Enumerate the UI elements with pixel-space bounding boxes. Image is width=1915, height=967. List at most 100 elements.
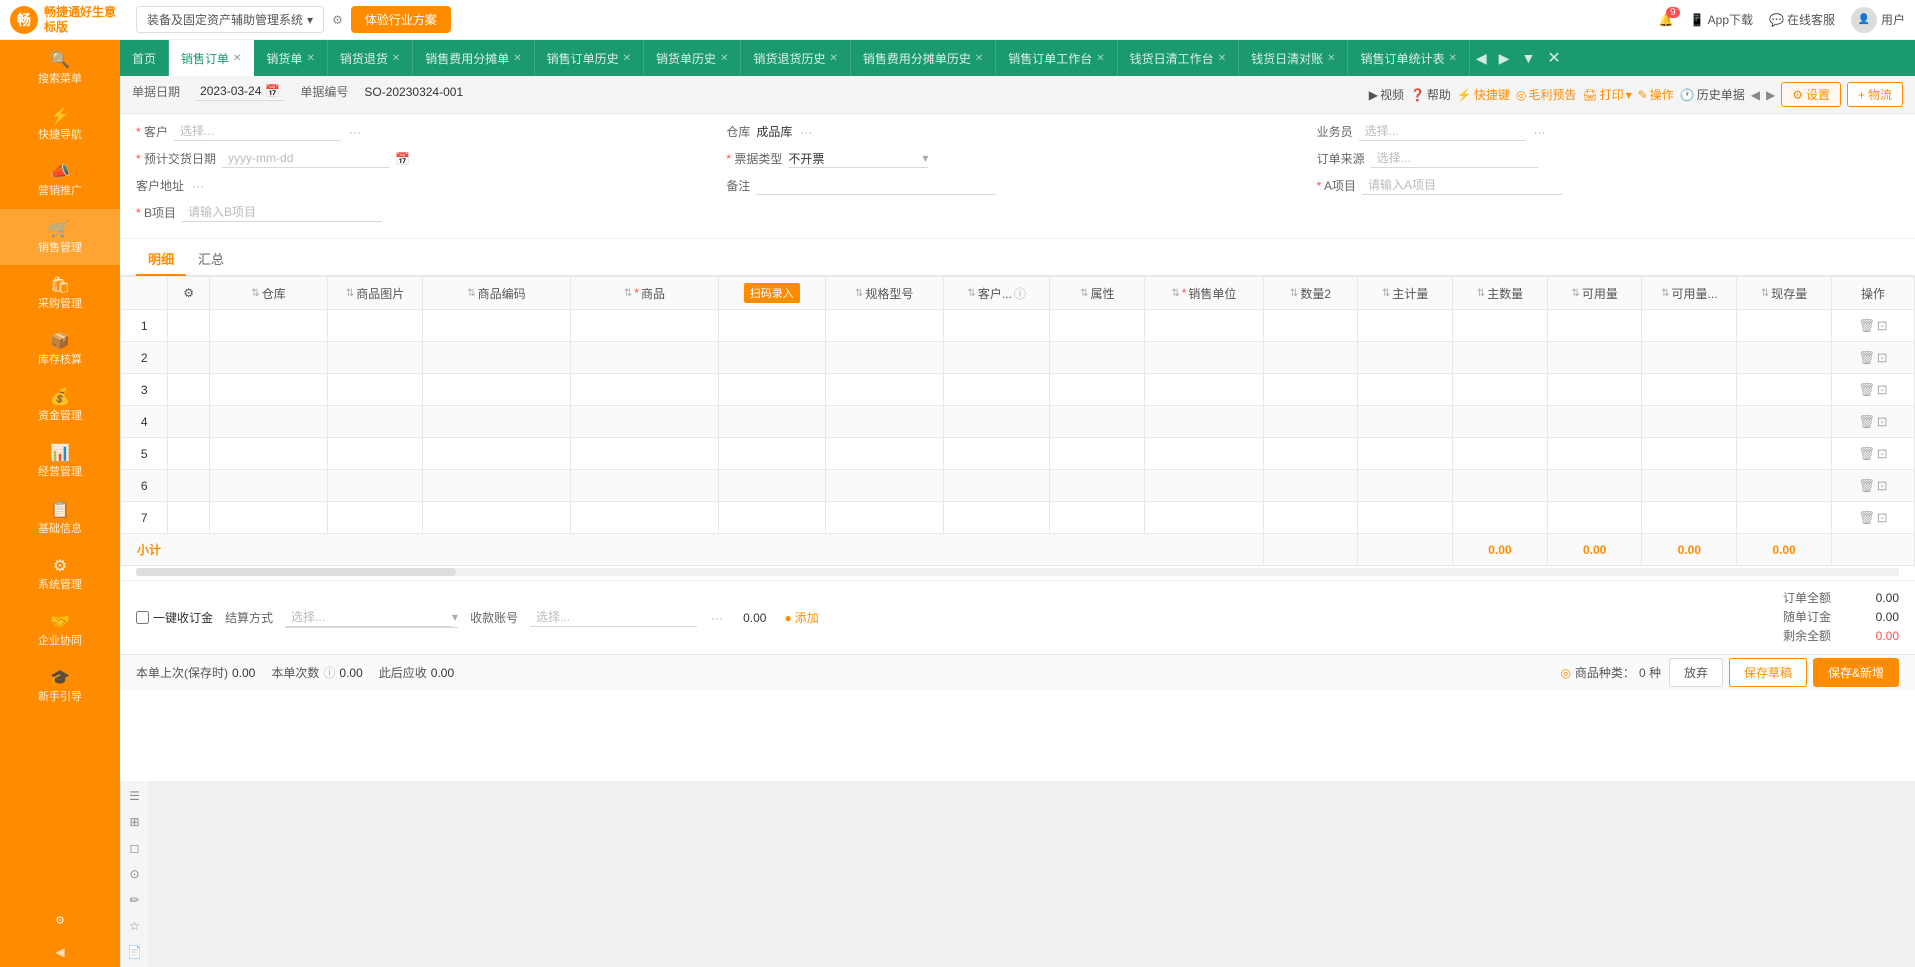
one-click-label[interactable]: 一键收订金: [136, 609, 213, 626]
row-code-cell[interactable]: [422, 502, 570, 534]
discard-button[interactable]: 放弃: [1669, 658, 1723, 687]
one-click-checkbox[interactable]: [136, 611, 149, 624]
quick-btn-6[interactable]: ☆: [124, 915, 146, 937]
delivery-input[interactable]: [222, 149, 389, 168]
address-more-icon[interactable]: ···: [190, 179, 206, 193]
row-code-cell[interactable]: [422, 374, 570, 406]
row-customer-cell[interactable]: [943, 310, 1050, 342]
delivery-cal-icon[interactable]: 📅: [395, 152, 410, 166]
tab-close-icon[interactable]: ✕: [1449, 53, 1457, 64]
tab-order-history[interactable]: 销售订单历史 ✕: [535, 40, 644, 76]
shortcut-btn[interactable]: ⚡ 快捷键: [1457, 86, 1510, 103]
row-code-cell[interactable]: [422, 470, 570, 502]
customer-more-icon[interactable]: ···: [347, 125, 363, 139]
row-unit-cell[interactable]: [1145, 310, 1263, 342]
row-code-cell[interactable]: [422, 406, 570, 438]
system-selector[interactable]: 装备及固定资产辅助管理系统 ▾: [136, 6, 324, 33]
add-logistics-button[interactable]: + 物流: [1847, 82, 1903, 107]
horizontal-scrollbar[interactable]: [136, 568, 1899, 576]
row-delete-btn[interactable]: 🗑: [1858, 382, 1875, 398]
row-unit-cell[interactable]: [1145, 438, 1263, 470]
quick-btn-2[interactable]: ⊞: [124, 811, 146, 833]
settlement-input[interactable]: [285, 608, 452, 627]
tab-prev-btn[interactable]: ◀: [1470, 50, 1493, 67]
th-settings[interactable]: ⚙: [168, 277, 209, 310]
row-attr-cell[interactable]: [1050, 374, 1145, 406]
sidebar-item-search[interactable]: 🔍 搜索菜单: [0, 40, 120, 96]
tab-close-all-btn[interactable]: ✕: [1541, 48, 1566, 68]
save-draft-button[interactable]: 保存草稿: [1729, 658, 1807, 687]
tab-close-icon[interactable]: ✕: [513, 53, 521, 64]
tab-menu-btn[interactable]: ▼: [1515, 50, 1541, 66]
b-project-input[interactable]: [182, 203, 382, 222]
nav-prev-icon[interactable]: ◀: [1751, 88, 1760, 102]
tab-next-btn[interactable]: ▶: [1493, 50, 1516, 67]
row-product-cell[interactable]: [570, 406, 718, 438]
sidebar-item-basic[interactable]: 📋 基础信息: [0, 490, 120, 546]
row-warehouse-cell[interactable]: [209, 310, 327, 342]
row-copy-btn[interactable]: ⊡: [1877, 510, 1888, 526]
nav-next-icon[interactable]: ▶: [1766, 88, 1775, 102]
tab-close-icon[interactable]: ✕: [1096, 53, 1104, 64]
tab-sales-return[interactable]: 销货退货 ✕: [328, 40, 413, 76]
tab-daily-workbench[interactable]: 钱货日清工作台 ✕: [1118, 40, 1239, 76]
row-delete-btn[interactable]: 🗑: [1858, 510, 1875, 526]
row-delete-btn[interactable]: 🗑: [1858, 318, 1875, 334]
sidebar-gear[interactable]: ⚙: [0, 904, 120, 937]
notification-bell[interactable]: 🔔 9: [1659, 13, 1674, 27]
row-qty2-cell[interactable]: [1263, 310, 1358, 342]
row-attr-cell[interactable]: [1050, 438, 1145, 470]
tab-daily-reconcile[interactable]: 钱货日清对账 ✕: [1239, 40, 1348, 76]
quick-btn-5[interactable]: ✏: [124, 889, 146, 911]
tab-close-icon[interactable]: ✕: [975, 53, 983, 64]
row-qty2-cell[interactable]: [1263, 342, 1358, 374]
sidebar-item-marketing[interactable]: 📣 营销推广: [0, 152, 120, 208]
scan-btn[interactable]: 扫码录入: [744, 283, 800, 303]
row-customer-cell[interactable]: [943, 374, 1050, 406]
row-attr-cell[interactable]: [1050, 470, 1145, 502]
row-customer-cell[interactable]: [943, 342, 1050, 374]
profit-btn[interactable]: ◎ 毛利预告: [1516, 86, 1577, 103]
tab-sales-invoice[interactable]: 销货单 ✕: [254, 40, 327, 76]
remark-input[interactable]: [756, 176, 996, 195]
row-product-cell[interactable]: [570, 310, 718, 342]
customer-input[interactable]: [174, 122, 341, 141]
row-unit-cell[interactable]: [1145, 374, 1263, 406]
row-spec-cell[interactable]: [825, 310, 943, 342]
row-product-cell[interactable]: [570, 470, 718, 502]
row-attr-cell[interactable]: [1050, 502, 1145, 534]
row-delete-btn[interactable]: 🗑: [1858, 478, 1875, 494]
plan-button[interactable]: 体验行业方案: [351, 6, 451, 33]
tab-close-icon[interactable]: ✕: [306, 53, 314, 64]
help-btn[interactable]: ❓ 帮助: [1410, 86, 1451, 103]
sidebar-item-purchase[interactable]: 🛍 采购管理: [0, 265, 120, 321]
settings-button[interactable]: ⚙ 设置: [1781, 82, 1841, 107]
quick-btn-4[interactable]: ⊙: [124, 863, 146, 885]
row-qty2-cell[interactable]: [1263, 374, 1358, 406]
row-spec-cell[interactable]: [825, 342, 943, 374]
account-more-icon[interactable]: ···: [709, 611, 725, 625]
row-product-cell[interactable]: [570, 502, 718, 534]
sidebar-item-guide[interactable]: 🎓 新手引导: [0, 658, 120, 714]
staff-more-icon[interactable]: ···: [1532, 125, 1548, 139]
operation-btn[interactable]: ✎ 操作: [1638, 86, 1674, 103]
row-spec-cell[interactable]: [825, 502, 943, 534]
row-attr-cell[interactable]: [1050, 406, 1145, 438]
row-main-qty-cell[interactable]: [1453, 470, 1548, 502]
order-source-input[interactable]: [1371, 149, 1538, 168]
row-customer-cell[interactable]: [943, 406, 1050, 438]
row-warehouse-cell[interactable]: [209, 502, 327, 534]
row-main-qty-cell[interactable]: [1453, 310, 1548, 342]
sidebar-item-inventory[interactable]: 📦 库存核算: [0, 321, 120, 377]
row-product-cell[interactable]: [570, 438, 718, 470]
row-attr-cell[interactable]: [1050, 342, 1145, 374]
row-code-cell[interactable]: [422, 310, 570, 342]
row-product-cell[interactable]: [570, 374, 718, 406]
row-copy-btn[interactable]: ⊡: [1877, 414, 1888, 430]
row-qty2-cell[interactable]: [1263, 470, 1358, 502]
tab-summary[interactable]: 汇总: [186, 243, 236, 276]
warehouse-more-icon[interactable]: ···: [798, 125, 814, 139]
row-spec-cell[interactable]: [825, 438, 943, 470]
row-spec-cell[interactable]: [825, 406, 943, 438]
row-warehouse-cell[interactable]: [209, 406, 327, 438]
